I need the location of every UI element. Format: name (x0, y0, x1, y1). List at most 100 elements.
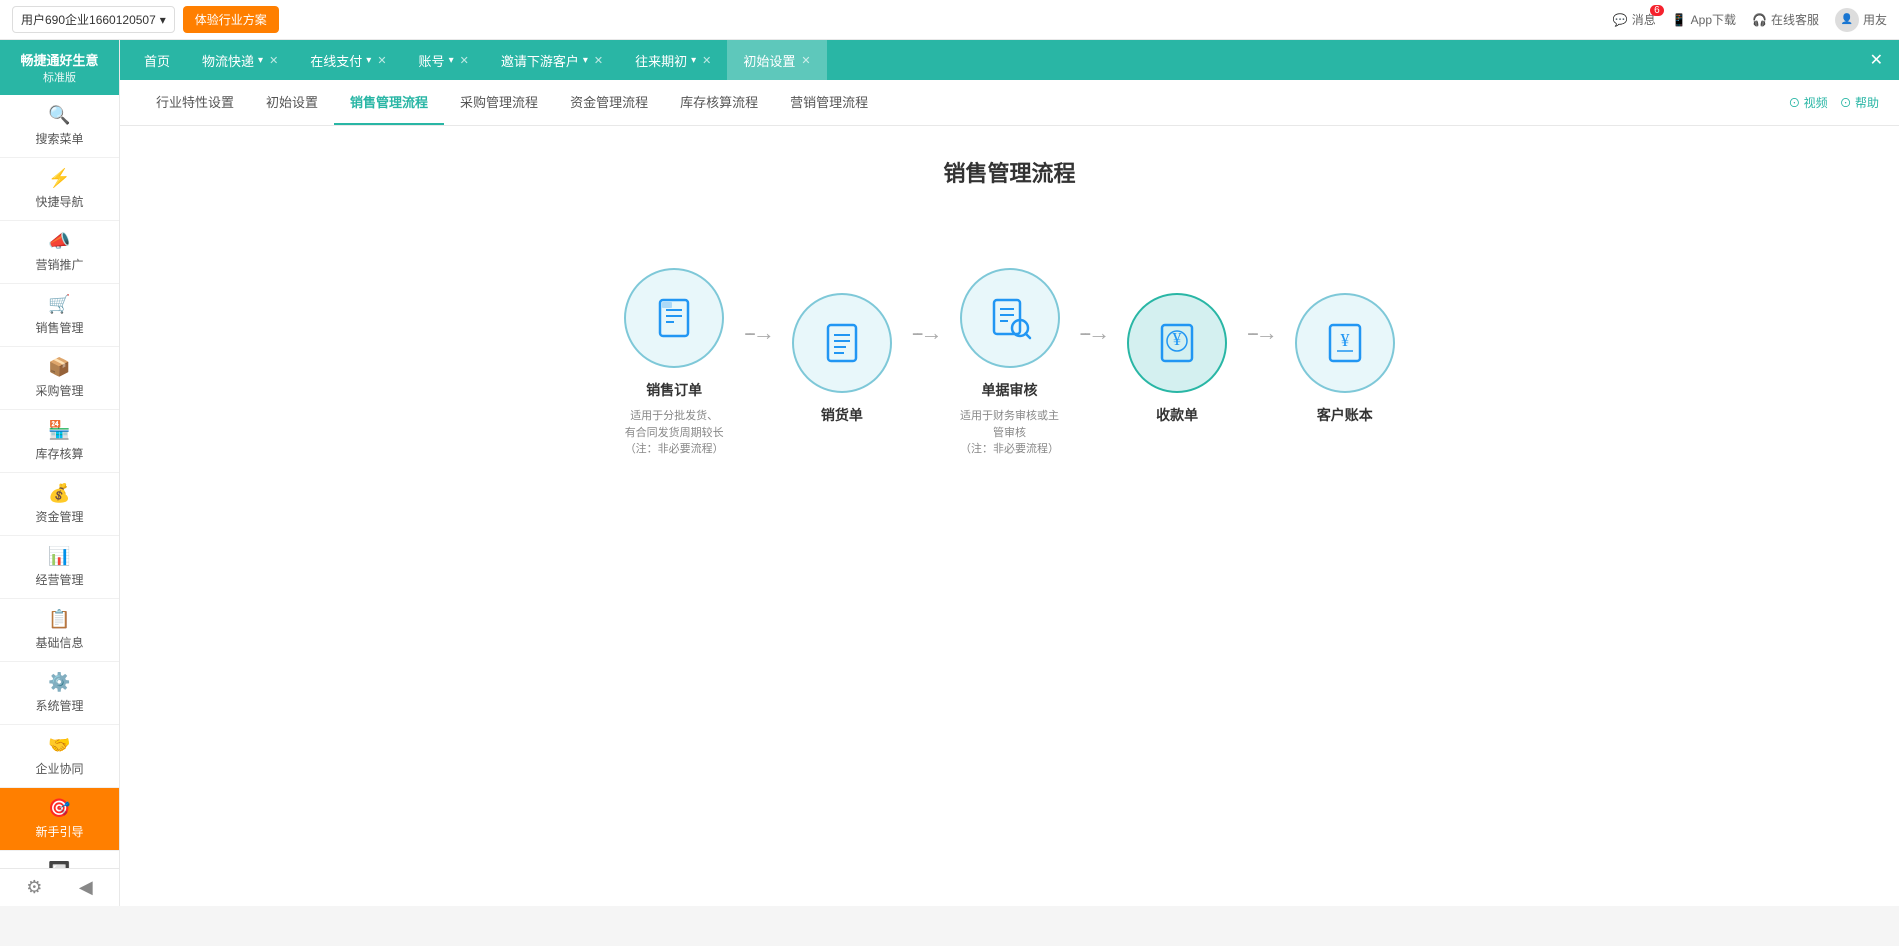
flow-item-sales_invoice[interactable]: 销货单 (762, 293, 922, 433)
sidebar: 畅捷通好生意 标准版 🔍搜索菜单⚡快捷导航📣营销推广 🛒 销售管理 📦采购管理🏪库存核… (0, 40, 120, 906)
tab-close-icon[interactable]: ✕ (801, 54, 810, 67)
flow-item-sales_order[interactable]: 销售订单适用于分批发货、有合同发货周期较长（注：非必要流程） (594, 268, 754, 458)
nav-tab-label: 首页 (144, 51, 170, 70)
message-badge: 6 (1650, 5, 1664, 16)
sub-tab-marketing_flow[interactable]: 营销管理流程 (774, 80, 884, 125)
nav-tab-label: 物流快递 (202, 51, 254, 70)
flow-name-receipt: 收款单 (1156, 405, 1198, 425)
sidebar-item-corp_coop[interactable]: 🤝 企业协同 (0, 725, 119, 788)
app-label: App下载 (1691, 11, 1736, 28)
sales-icon: 🛒 (48, 294, 70, 315)
newbie-icon: 🎯 (48, 798, 70, 819)
sidebar-item-sales[interactable]: 🛒 销售管理 (0, 284, 119, 347)
app-download-button[interactable]: 📱 App下载 (1672, 11, 1736, 28)
sidebar-item-shortcut[interactable]: ⚡快捷导航 (0, 158, 119, 221)
operation-icon: 📊 (48, 546, 70, 567)
nav-tab-label: 账号 (419, 51, 445, 70)
top-bar-left: 用户690企业1660120507 ▾ 体验行业方案 (12, 6, 279, 33)
user-selector[interactable]: 用户690企业1660120507 ▾ (12, 6, 175, 33)
sidebar-item-label: 营销推广 (35, 256, 83, 273)
sub-tab-right: ⊙ 视频 ⊙ 帮助 (1788, 94, 1879, 111)
inventory-icon: 🏪 (48, 420, 70, 441)
nav-tab-home[interactable]: 首页 (128, 40, 186, 80)
flow-circle-sales_invoice (792, 293, 892, 393)
sidebar-item-label: 销售管理 (35, 319, 83, 336)
flow-desc-doc_review: 适用于财务审核或主管审核（注：非必要流程） (960, 408, 1059, 458)
nav-tab-init_settings[interactable]: 初始设置 ✕ (727, 40, 826, 80)
flow-circle-customer_ledger: ¥ (1295, 293, 1395, 393)
sidebar-menu: 🔍搜索菜单⚡快捷导航📣营销推广 🛒 销售管理 📦采购管理🏪库存核算💰资金管理📊经营管理… (0, 95, 119, 868)
sidebar-item-inventory[interactable]: 🏪库存核算 (0, 410, 119, 473)
tab-close-icon[interactable]: ✕ (377, 54, 386, 67)
svg-text:¥: ¥ (1340, 330, 1349, 350)
sidebar-item-finance[interactable]: 💰资金管理 (0, 473, 119, 536)
sub-tab-purchase_flow[interactable]: 采购管理流程 (444, 80, 554, 125)
settings-icon[interactable]: ⚙ (26, 877, 42, 898)
flow-item-receipt[interactable]: ¥ 收款单 (1097, 293, 1257, 433)
sub-tab-inventory_flow[interactable]: 库存核算流程 (664, 80, 774, 125)
top-bar-right: 💬 消息 6 📱 App下载 🎧 在线客服 👤 用友 (1613, 8, 1887, 32)
sidebar-item-appstore[interactable]: 🔲应用中心 (0, 851, 119, 868)
page-title: 销售管理流程 (140, 156, 1879, 188)
avatar: 👤 (1835, 8, 1859, 32)
collapse-icon[interactable]: ◀ (79, 877, 93, 898)
sidebar-item-marketing_promo[interactable]: 📣营销推广 (0, 221, 119, 284)
tab-close-icon[interactable]: ✕ (460, 54, 469, 67)
service-label: 在线客服 (1771, 11, 1819, 28)
user-label: 用户690企业1660120507 (21, 11, 156, 28)
sidebar-item-label: 采购管理 (35, 382, 83, 399)
flow-name-sales_order: 销售订单 (646, 380, 702, 400)
nav-tab-account[interactable]: 账号 ▾ ✕ (403, 40, 485, 80)
sub-tab-sales_flow[interactable]: 销售管理流程 (334, 80, 444, 125)
video-link[interactable]: ⊙ 视频 (1788, 94, 1827, 111)
flow-name-doc_review: 单据审核 (982, 380, 1038, 400)
sidebar-item-label: 基础信息 (35, 634, 83, 651)
flow-desc-sales_order: 适用于分批发货、有合同发货周期较长（注：非必要流程） (625, 408, 724, 458)
sidebar-item-newbie[interactable]: 🎯新手引导 (0, 788, 119, 851)
sub-tabs: 行业特性设置初始设置销售管理流程采购管理流程资金管理流程库存核算流程营销管理流程… (120, 80, 1899, 126)
nav-close-button[interactable]: ✕ (1862, 50, 1891, 70)
tab-close-icon[interactable]: ✕ (594, 54, 603, 67)
chevron-icon: ▾ (258, 55, 263, 66)
logo-area: 畅捷通好生意 标准版 (0, 40, 119, 95)
online-service-button[interactable]: 🎧 在线客服 (1752, 11, 1819, 28)
system-icon: ⚙️ (48, 672, 70, 693)
sub-tab-industry[interactable]: 行业特性设置 (140, 80, 250, 125)
chevron-down-icon: ▾ (160, 13, 166, 27)
flow-circle-sales_order (624, 268, 724, 368)
chevron-icon: ▾ (449, 55, 454, 66)
message-icon: 💬 (1613, 13, 1628, 27)
basicinfo-icon: 📋 (48, 609, 70, 630)
nav-tab-past_period[interactable]: 往来期初▾✕ (619, 40, 727, 80)
sidebar-bottom: ⚙ ◀ (0, 868, 119, 906)
flow-circle-receipt: ¥ (1127, 293, 1227, 393)
nav-tab-label: 初始设置 (743, 51, 795, 70)
flow-item-doc_review[interactable]: 单据审核适用于财务审核或主管审核（注：非必要流程） (930, 268, 1090, 458)
sidebar-item-operation[interactable]: 📊经营管理 (0, 536, 119, 599)
tab-close-icon[interactable]: ✕ (269, 54, 278, 67)
chevron-icon: ▾ (583, 55, 588, 66)
sidebar-item-system[interactable]: ⚙️系统管理 (0, 662, 119, 725)
nav-tab-logistics[interactable]: 物流快递 ▾ ✕ (186, 40, 294, 80)
tab-close-icon[interactable]: ✕ (702, 54, 711, 67)
sub-tab-init[interactable]: 初始设置 (250, 80, 334, 125)
user-menu[interactable]: 👤 用友 (1835, 8, 1887, 32)
sidebar-item-basicinfo[interactable]: 📋 基础信息 (0, 599, 119, 662)
flow-item-customer_ledger[interactable]: ¥ 客户账本 (1265, 293, 1425, 433)
flow-circle-doc_review (960, 268, 1060, 368)
sub-tab-finance_flow[interactable]: 资金管理流程 (554, 80, 664, 125)
sidebar-item-label: 资金管理 (35, 508, 83, 525)
help-link[interactable]: ⊙ 帮助 (1840, 94, 1879, 111)
page-content: 销售管理流程 销售订单适用于分批发货、有合同发货周期较长（注：非必要流程）--→… (120, 126, 1899, 528)
try-industry-button[interactable]: 体验行业方案 (183, 6, 279, 33)
sidebar-item-search[interactable]: 🔍搜索菜单 (0, 95, 119, 158)
top-bar: 用户690企业1660120507 ▾ 体验行业方案 💬 消息 6 📱 App下… (0, 0, 1899, 40)
mobile-icon: 📱 (1672, 13, 1687, 27)
sidebar-item-label: 企业协同 (35, 760, 83, 777)
nav-tabs: 首页物流快递▾✕在线支付▾✕账号▾✕邀请下游客户▾✕往来期初▾✕初始设置✕✕ (120, 40, 1899, 80)
nav-tab-payment[interactable]: 在线支付▾✕ (294, 40, 402, 80)
corp_coop-icon: 🤝 (48, 735, 70, 756)
nav-tab-invite[interactable]: 邀请下游客户▾✕ (485, 40, 619, 80)
message-button[interactable]: 💬 消息 6 (1613, 11, 1656, 28)
sidebar-item-purchase[interactable]: 📦采购管理 (0, 347, 119, 410)
